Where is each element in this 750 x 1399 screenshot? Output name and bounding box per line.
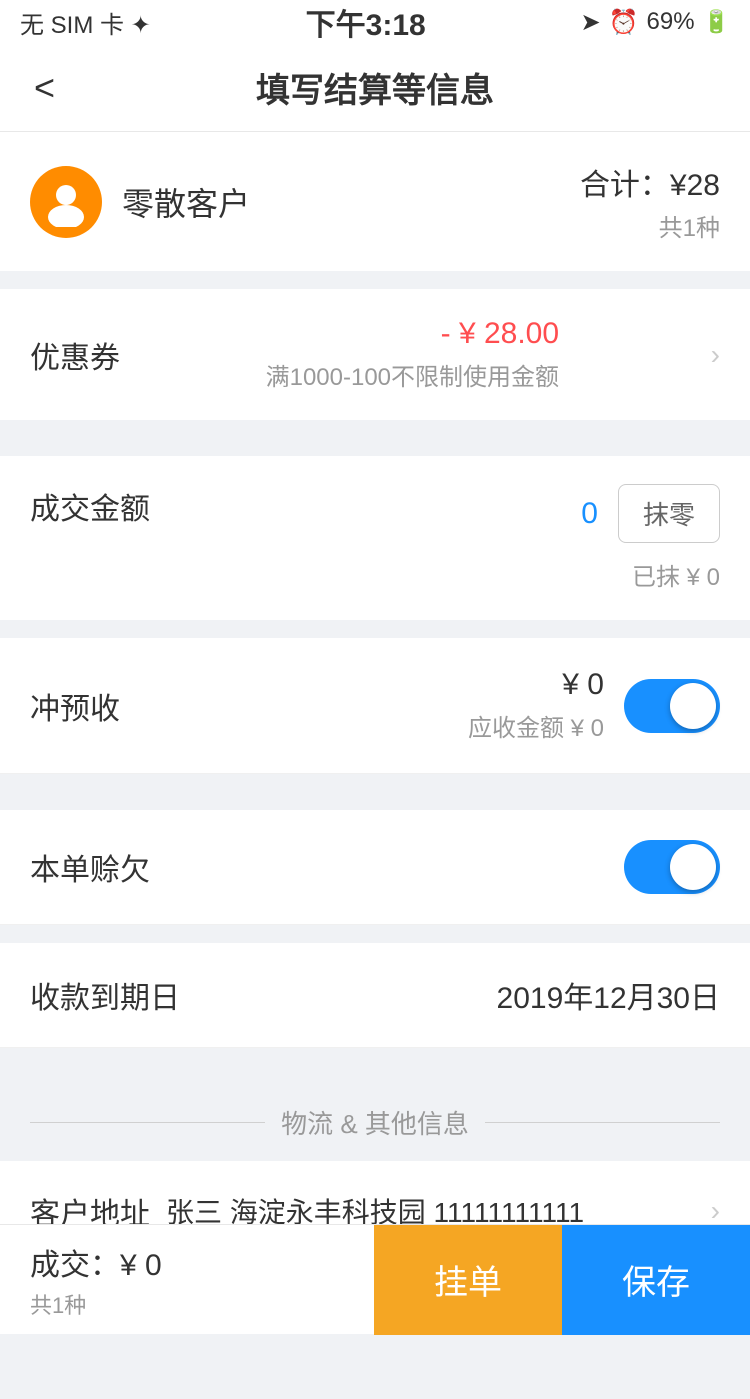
location-icon: ➤ bbox=[581, 8, 601, 37]
coupon-description: 满1000-100不限制使用金额 bbox=[266, 357, 559, 392]
bottom-info: 成交：¥ 0 共1种 bbox=[0, 1240, 374, 1320]
customer-total: 合计：¥28 bbox=[580, 160, 720, 204]
divider-3 bbox=[0, 1066, 750, 1084]
status-time: 下午3:18 bbox=[306, 0, 426, 44]
bottom-count: 共1种 bbox=[30, 1288, 344, 1320]
deal-amount-row: 成交金额 0 抹零 已抹 ¥ 0 bbox=[0, 456, 750, 620]
prepaid-offset-row: 冲预收 ¥ 0 应收金额 ¥ 0 bbox=[0, 638, 750, 774]
deal-amount-label: 成交金额 bbox=[30, 484, 150, 528]
bottom-deal-prefix: 成交： bbox=[30, 1249, 120, 1282]
credit-row: 本单赊欠 bbox=[0, 810, 750, 925]
user-icon bbox=[41, 177, 91, 227]
bottom-deal-value: ¥ 0 bbox=[120, 1249, 162, 1282]
customer-row: 零散客户 合计：¥28 共1种 bbox=[0, 132, 750, 271]
content: 零散客户 合计：¥28 共1种 优惠券 - ¥ 28.00 满1000-100不… bbox=[0, 132, 750, 1399]
bottom-deal: 成交：¥ 0 bbox=[30, 1240, 344, 1284]
divider-2 bbox=[0, 792, 750, 810]
prepaid-label: 冲预收 bbox=[30, 684, 120, 728]
sim-label: 无 SIM 卡 ✦ bbox=[20, 5, 151, 40]
status-right: ➤ ⏰ 69% 🔋 bbox=[581, 8, 730, 37]
logistics-label: 物流 & 其他信息 bbox=[281, 1104, 469, 1141]
battery-label: 69% bbox=[647, 8, 695, 36]
address-chevron-icon: › bbox=[711, 1195, 720, 1227]
page-title: 填写结算等信息 bbox=[256, 63, 494, 112]
due-date-label: 收款到期日 bbox=[30, 973, 180, 1017]
prepaid-toggle[interactable] bbox=[624, 679, 720, 733]
coupon-right: - ¥ 28.00 满1000-100不限制使用金额 bbox=[266, 317, 559, 392]
divider-1 bbox=[0, 438, 750, 456]
due-date-value: 2019年12月30日 bbox=[497, 973, 720, 1017]
battery-icon: 🔋 bbox=[703, 9, 730, 35]
bottom-bar: 成交：¥ 0 共1种 挂单 保存 bbox=[0, 1224, 750, 1334]
logistics-header: 物流 & 其他信息 bbox=[0, 1084, 750, 1161]
prepaid-sub: 应收金额 ¥ 0 bbox=[468, 708, 604, 743]
coupon-discount: - ¥ 28.00 bbox=[266, 317, 559, 351]
avatar bbox=[30, 166, 102, 238]
prepaid-value: ¥ 0 bbox=[468, 668, 604, 702]
coupon-row[interactable]: 优惠券 - ¥ 28.00 满1000-100不限制使用金额 › bbox=[0, 289, 750, 420]
status-left: 无 SIM 卡 ✦ bbox=[20, 5, 151, 40]
save-button[interactable]: 保存 bbox=[562, 1225, 750, 1335]
credit-toggle[interactable] bbox=[624, 840, 720, 894]
deal-amount-sub: 已抹 ¥ 0 bbox=[632, 557, 720, 592]
customer-count: 共1种 bbox=[580, 208, 720, 243]
credit-label: 本单赊欠 bbox=[30, 845, 150, 889]
nav-bar: < 填写结算等信息 bbox=[0, 44, 750, 132]
customer-total-section: 合计：¥28 共1种 bbox=[580, 160, 720, 243]
back-button[interactable]: < bbox=[24, 57, 65, 119]
due-date-row: 收款到期日 2019年12月30日 bbox=[0, 943, 750, 1048]
customer-info: 零散客户 bbox=[30, 166, 250, 238]
coupon-label: 优惠券 bbox=[30, 333, 120, 377]
customer-name: 零散客户 bbox=[122, 179, 250, 225]
coupon-chevron-icon: › bbox=[711, 339, 720, 371]
status-bar: 无 SIM 卡 ✦ 下午3:18 ➤ ⏰ 69% 🔋 bbox=[0, 0, 750, 44]
alarm-icon: ⏰ bbox=[609, 8, 639, 37]
deal-amount-value: 0 bbox=[581, 497, 598, 531]
round-zero-button[interactable]: 抹零 bbox=[618, 484, 720, 543]
hold-button[interactable]: 挂单 bbox=[374, 1225, 562, 1335]
